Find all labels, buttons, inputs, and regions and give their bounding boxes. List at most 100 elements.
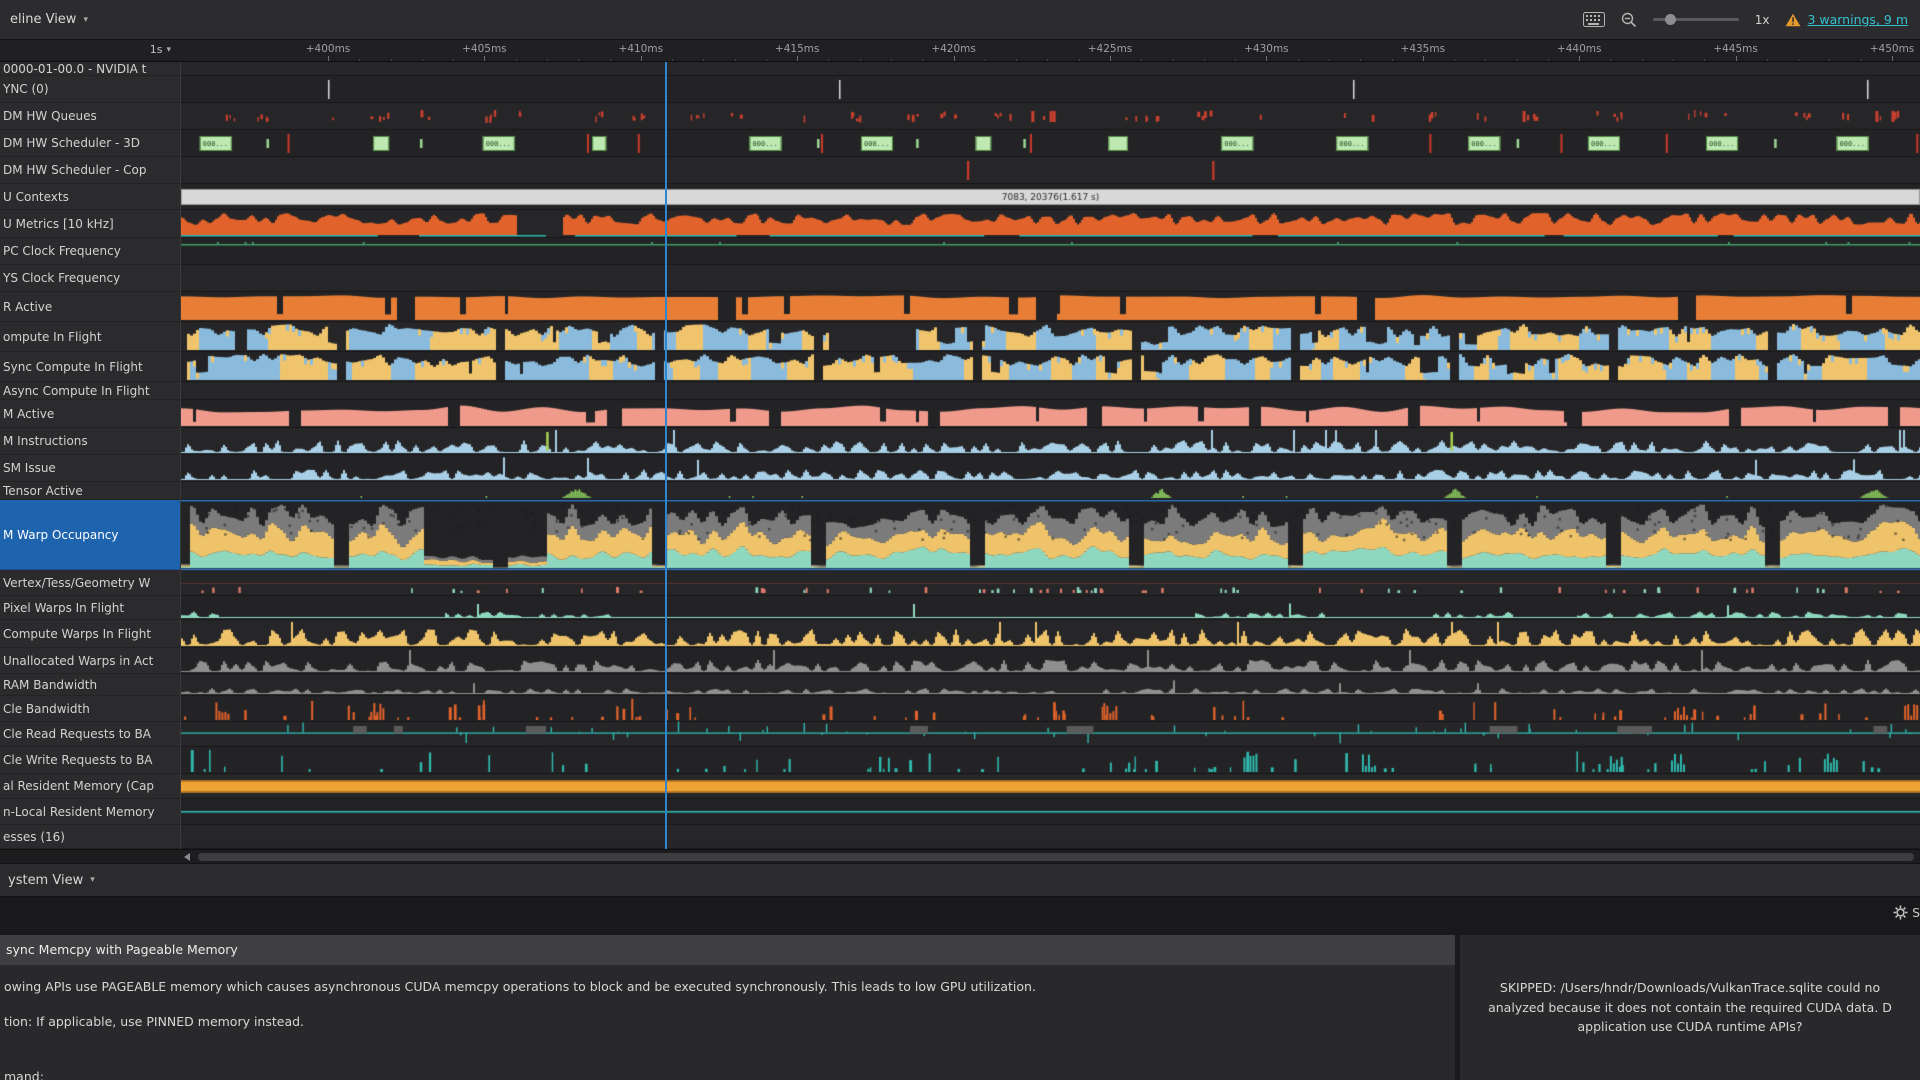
ruler-minor-tick bbox=[1392, 59, 1393, 61]
system-view-dropdown-label: ystem View bbox=[8, 873, 83, 888]
timeline-row-label[interactable]: Cle Read Requests to BA bbox=[0, 722, 180, 747]
expert-system-result-row[interactable]: sync Memcpy with Pageable Memory bbox=[0, 935, 1455, 965]
ruler-tick-label: +425ms bbox=[1088, 43, 1133, 55]
expert-system-panel: sync Memcpy with Pageable Memory owing A… bbox=[0, 935, 1455, 1080]
ruler-tick-label: +435ms bbox=[1401, 43, 1446, 55]
expert-system-suggestion: tion: If applicable, use PINNED memory i… bbox=[4, 1014, 1447, 1029]
ruler-minor-tick bbox=[860, 59, 861, 61]
ruler-tick-mark bbox=[1266, 56, 1267, 61]
timeline-row-label[interactable]: U Contexts bbox=[0, 184, 180, 210]
expert-system-detail: owing APIs use PAGEABLE memory which cau… bbox=[0, 965, 1455, 1080]
timeline-row-label[interactable]: al Resident Memory (Cap bbox=[0, 774, 180, 799]
timeline-row-label[interactable]: DM HW Queues bbox=[0, 103, 180, 130]
system-view-dropdown[interactable]: ystem View ▾ bbox=[8, 873, 95, 888]
warnings-link[interactable]: 3 warnings, 9 m bbox=[1807, 12, 1908, 27]
timeline-view-dropdown-label: eline View bbox=[10, 12, 76, 27]
horizontal-scrollbar[interactable] bbox=[0, 849, 1920, 863]
timeline-row-label[interactable]: DM HW Scheduler - 3D bbox=[0, 130, 180, 157]
timeline-row-label[interactable]: ompute In Flight bbox=[0, 322, 180, 352]
scrollbar-thumb[interactable] bbox=[198, 853, 1914, 861]
ruler-minor-tick bbox=[1141, 59, 1142, 61]
ruler-tick-mark bbox=[954, 56, 955, 61]
zoom-slider-knob[interactable] bbox=[1665, 14, 1676, 25]
timeline-chart-area[interactable] bbox=[181, 62, 1920, 849]
timeline-row-label[interactable]: YS Clock Frequency bbox=[0, 265, 180, 292]
timeline-row-label[interactable]: SM Issue bbox=[0, 455, 180, 482]
timeline-row-label[interactable]: Cle Bandwidth bbox=[0, 696, 180, 722]
ruler-minor-tick bbox=[1079, 59, 1080, 61]
timeline-row-label[interactable]: U Metrics [10 kHz] bbox=[0, 210, 180, 238]
ruler-minor-tick bbox=[1517, 59, 1518, 61]
warning-triangle-icon bbox=[1785, 13, 1801, 27]
timeline-row-label[interactable]: Pixel Warps In Flight bbox=[0, 596, 180, 620]
ruler-tick-mark bbox=[1110, 56, 1111, 61]
ruler-minor-tick bbox=[735, 59, 736, 61]
timeline-view-dropdown[interactable]: eline View ▾ bbox=[10, 12, 88, 27]
time-ruler[interactable]: 1s ▾ +400ms+405ms+410ms+415ms+420ms+425m… bbox=[0, 40, 1920, 62]
timeline-row-label[interactable]: PC Clock Frequency bbox=[0, 238, 180, 265]
timeline-chart-canvas[interactable] bbox=[181, 62, 1920, 849]
ruler-minor-tick bbox=[1016, 59, 1017, 61]
ruler-minor-tick bbox=[1173, 59, 1174, 61]
ruler-minor-tick bbox=[547, 59, 548, 61]
timeline-row-label[interactable]: Async Compute In Flight bbox=[0, 382, 180, 400]
ruler-minor-tick bbox=[1298, 59, 1299, 61]
ruler-minor-tick bbox=[1829, 59, 1830, 61]
ruler-tick-label: +440ms bbox=[1557, 43, 1602, 55]
scroll-left-icon[interactable] bbox=[184, 853, 190, 861]
timeline-row-label[interactable]: Unallocated Warps in Act bbox=[0, 648, 180, 674]
ruler-minor-tick bbox=[1047, 59, 1048, 61]
timeline-cursor[interactable] bbox=[665, 62, 667, 849]
ruler-minor-tick bbox=[672, 59, 673, 61]
timeline-row-label[interactable]: Sync Compute In Flight bbox=[0, 352, 180, 382]
ruler-minor-tick bbox=[922, 59, 923, 61]
ruler-left-area: 1s ▾ bbox=[0, 40, 181, 61]
timeline-row-label[interactable]: 0000-01-00.0 - NVIDIA t bbox=[0, 62, 180, 76]
ruler-minor-tick bbox=[1235, 59, 1236, 61]
ruler-minor-tick bbox=[1485, 59, 1486, 61]
ruler-tick-mark bbox=[484, 56, 485, 61]
skipped-message-line3: application use CUDA runtime APIs? bbox=[1578, 1019, 1803, 1034]
settings-button-label: S bbox=[1912, 905, 1920, 920]
nsight-systems-window: eline View ▾ bbox=[0, 0, 1920, 1080]
ruler-tick-mark bbox=[797, 56, 798, 61]
system-view-bar: ystem View ▾ bbox=[0, 863, 1920, 897]
timeline-row-label[interactable]: Vertex/Tess/Geometry W bbox=[0, 570, 180, 596]
timeline-row-label[interactable]: R Active bbox=[0, 292, 180, 322]
ruler-tick-label: +405ms bbox=[462, 43, 507, 55]
main-toolbar: eline View ▾ bbox=[0, 0, 1920, 40]
timeline-row-label[interactable]: YNC (0) bbox=[0, 76, 180, 103]
ruler-minor-tick bbox=[766, 59, 767, 61]
zoom-slider[interactable] bbox=[1653, 18, 1739, 21]
zoom-level-label: 1x bbox=[1755, 13, 1770, 27]
warnings-group[interactable]: 3 warnings, 9 m bbox=[1785, 12, 1908, 27]
ruler-tick-label: +445ms bbox=[1713, 43, 1758, 55]
ruler-tick-label: +450ms bbox=[1870, 43, 1915, 55]
chevron-down-icon: ▾ bbox=[166, 45, 171, 55]
timeline-row-label[interactable]: n-Local Resident Memory bbox=[0, 799, 180, 825]
timeline-row-label[interactable]: DM HW Scheduler - Cop bbox=[0, 157, 180, 184]
timeline-row-label[interactable]: RAM Bandwidth bbox=[0, 674, 180, 696]
expert-system-command-label: mand: bbox=[4, 1069, 44, 1080]
timeline-row-label[interactable]: esses (16) bbox=[0, 825, 180, 849]
ruler-minor-tick bbox=[453, 59, 454, 61]
ruler-minor-tick bbox=[1329, 59, 1330, 61]
timeline-row-label[interactable]: M Active bbox=[0, 400, 180, 428]
bottom-area: S sync Memcpy with Pageable Memory owing… bbox=[0, 897, 1920, 1080]
zoom-out-icon[interactable] bbox=[1621, 12, 1637, 28]
keyboard-shortcuts-icon[interactable] bbox=[1583, 12, 1605, 27]
ruler-minor-tick bbox=[891, 59, 892, 61]
ruler-minor-tick bbox=[359, 59, 360, 61]
timeline-row-label[interactable]: Cle Write Requests to BA bbox=[0, 747, 180, 774]
timeline-row-label[interactable]: M Warp Occupancy bbox=[0, 500, 180, 570]
ruler-minor-tick bbox=[1767, 59, 1768, 61]
timeline-area: 0000-01-00.0 - NVIDIA tYNC (0)DM HW Queu… bbox=[0, 62, 1920, 849]
ruler-minor-tick bbox=[1642, 59, 1643, 61]
timeline-row-label[interactable]: Tensor Active bbox=[0, 482, 180, 500]
settings-button[interactable]: S bbox=[1893, 905, 1920, 920]
ruler-minor-tick bbox=[391, 59, 392, 61]
ruler-origin-label[interactable]: 1s ▾ bbox=[150, 43, 171, 56]
ruler-tick-mark bbox=[1736, 56, 1737, 61]
timeline-row-label[interactable]: Compute Warps In Flight bbox=[0, 620, 180, 648]
timeline-row-label[interactable]: M Instructions bbox=[0, 428, 180, 455]
